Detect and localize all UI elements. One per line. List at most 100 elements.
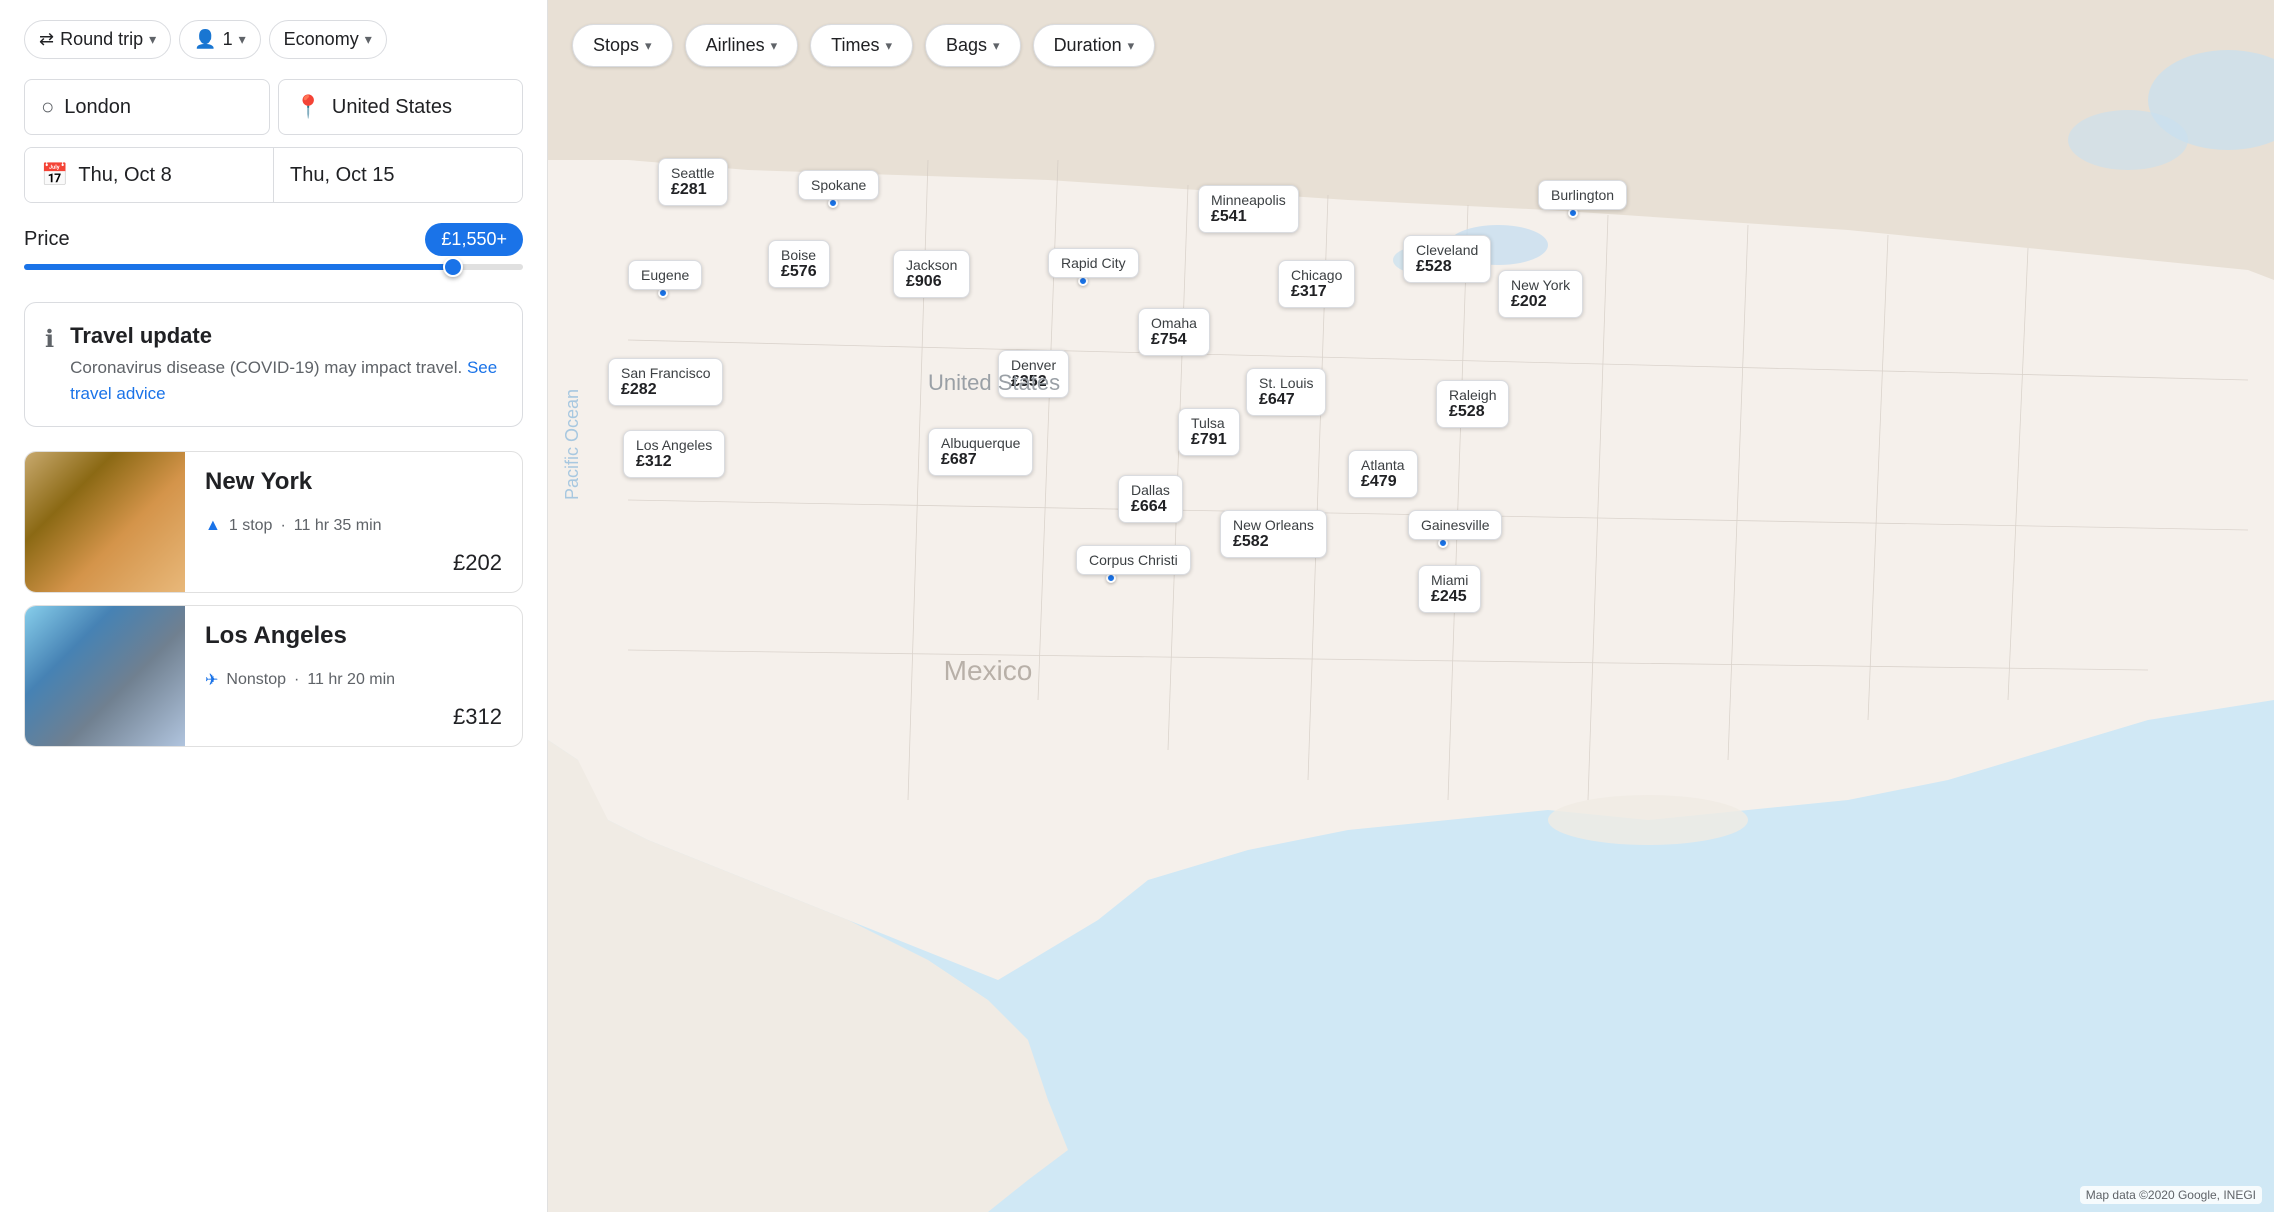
dot-separator: ·	[280, 517, 285, 535]
city-price: £576	[781, 263, 817, 281]
price-section: Price £1,550+	[24, 223, 523, 278]
round-trip-icon: ⇄	[39, 29, 54, 50]
round-trip-button[interactable]: ⇄ Round trip ▾	[24, 20, 171, 59]
city-price-label[interactable]: Omaha£754	[1138, 308, 1210, 356]
airline-icon: ✈	[205, 670, 218, 690]
city-price-label[interactable]: Cleveland£528	[1403, 235, 1491, 283]
city-price-label[interactable]: Denver£352	[998, 350, 1069, 398]
search-fields: ○ London 📍 United States	[24, 79, 523, 135]
city-name: Omaha	[1151, 315, 1197, 331]
city-price-label[interactable]: Eugene	[628, 260, 702, 290]
city-price-label[interactable]: Los Angeles£312	[623, 430, 725, 478]
city-name: Dallas	[1131, 482, 1170, 498]
map-panel[interactable]: Mexico Pacific Ocean Stops▾Airlines▾Time…	[548, 0, 2274, 1212]
city-name: Albuquerque	[941, 435, 1020, 451]
flight-duration: 11 hr 20 min	[307, 671, 395, 689]
flight-card[interactable]: New York ▲ 1 stop · 11 hr 35 min £202	[24, 451, 523, 593]
city-price-label[interactable]: Rapid City	[1048, 248, 1139, 278]
city-price-label[interactable]: Minneapolis£541	[1198, 185, 1299, 233]
filter-label: Bags	[946, 35, 987, 56]
class-label: Economy	[284, 29, 359, 50]
city-price: £312	[636, 453, 712, 471]
city-name: Los Angeles	[636, 437, 712, 453]
city-name: Gainesville	[1421, 517, 1489, 533]
flight-duration: 11 hr 35 min	[294, 517, 382, 535]
city-price-label[interactable]: Jackson£906	[893, 250, 970, 298]
filter-bags-button[interactable]: Bags▾	[925, 24, 1021, 67]
flight-card-city: New York	[205, 468, 502, 496]
origin-text: London	[64, 96, 131, 119]
filter-airlines-button[interactable]: Airlines▾	[685, 24, 799, 67]
city-price-label[interactable]: St. Louis£647	[1246, 368, 1326, 416]
city-price-label[interactable]: Gainesville	[1408, 510, 1502, 540]
price-label: Price	[24, 228, 70, 251]
city-price-label[interactable]: Burlington	[1538, 180, 1627, 210]
city-name: Atlanta	[1361, 457, 1405, 473]
chevron-down-icon: ▾	[239, 31, 246, 48]
city-price-label[interactable]: Corpus Christi	[1076, 545, 1191, 575]
map-attribution: Map data ©2020 Google, INEGI	[2080, 1186, 2262, 1204]
city-name: Seattle	[671, 165, 715, 181]
chevron-down-icon: ▾	[1128, 38, 1135, 54]
filter-times-button[interactable]: Times▾	[810, 24, 913, 67]
price-slider-track[interactable]	[24, 264, 523, 270]
origin-field[interactable]: ○ London	[24, 79, 270, 135]
city-price-label[interactable]: Raleigh£528	[1436, 380, 1509, 428]
class-button[interactable]: Economy ▾	[269, 20, 387, 59]
flight-card-details: ✈ Nonstop · 11 hr 20 min	[205, 670, 502, 690]
passengers-button[interactable]: 👤 1 ▾	[179, 20, 260, 59]
flight-card[interactable]: Los Angeles ✈ Nonstop · 11 hr 20 min £31…	[24, 605, 523, 747]
filter-label: Airlines	[706, 35, 765, 56]
city-price-label[interactable]: Atlanta£479	[1348, 450, 1418, 498]
city-price: £317	[1291, 283, 1342, 301]
city-price-label[interactable]: Boise£576	[768, 240, 830, 288]
destination-icon: 📍	[295, 94, 322, 120]
filter-duration-button[interactable]: Duration▾	[1033, 24, 1156, 67]
return-date-field[interactable]: Thu, Oct 15	[274, 148, 522, 202]
date-row: 📅 Thu, Oct 8 Thu, Oct 15	[24, 147, 523, 203]
filter-stops-button[interactable]: Stops ▾	[572, 24, 673, 67]
departure-date-field[interactable]: 📅 Thu, Oct 8	[25, 148, 274, 202]
departure-date: Thu, Oct 8	[78, 164, 171, 187]
city-name: Spokane	[811, 177, 866, 193]
city-price-label[interactable]: Miami£245	[1418, 565, 1481, 613]
city-price-label[interactable]: Tulsa£791	[1178, 408, 1240, 456]
city-name: Denver	[1011, 357, 1056, 373]
city-price: £582	[1233, 533, 1314, 551]
update-content: Travel update Coronavirus disease (COVID…	[70, 323, 502, 406]
passenger-count: 1	[223, 29, 233, 50]
city-price-label[interactable]: Albuquerque£687	[928, 428, 1033, 476]
destination-text: United States	[332, 96, 452, 119]
city-price-label[interactable]: New York£202	[1498, 270, 1583, 318]
city-price-label[interactable]: Seattle£281	[658, 158, 728, 206]
city-price-label[interactable]: New Orleans£582	[1220, 510, 1327, 558]
chevron-down-icon: ▾	[645, 38, 652, 54]
flight-card-image	[25, 606, 185, 746]
city-price-label[interactable]: Spokane	[798, 170, 879, 200]
city-price-label[interactable]: San Francisco£282	[608, 358, 723, 406]
update-title: Travel update	[70, 323, 502, 349]
city-name: Boise	[781, 247, 817, 263]
city-price-label[interactable]: Chicago£317	[1278, 260, 1355, 308]
price-badge: £1,550+	[425, 223, 523, 256]
city-price: £664	[1131, 498, 1170, 516]
dot-separator: ·	[294, 671, 299, 689]
flight-stops: Nonstop	[226, 671, 286, 689]
flight-card-details: ▲ 1 stop · 11 hr 35 min	[205, 517, 502, 535]
slider-thumb[interactable]	[443, 257, 463, 277]
city-name: New Orleans	[1233, 517, 1314, 533]
airline-icon: ▲	[205, 517, 221, 535]
city-name: Tulsa	[1191, 415, 1227, 431]
flight-card-content: Los Angeles ✈ Nonstop · 11 hr 20 min £31…	[185, 606, 522, 746]
city-price: £647	[1259, 391, 1313, 409]
update-description: Coronavirus disease (COVID-19) may impac…	[70, 355, 502, 406]
destination-field[interactable]: 📍 United States	[278, 79, 524, 135]
city-name: Corpus Christi	[1089, 552, 1178, 568]
passenger-icon: 👤	[194, 29, 216, 50]
filter-label: Stops	[593, 35, 639, 56]
city-price: £791	[1191, 431, 1227, 449]
city-price-label[interactable]: Dallas£664	[1118, 475, 1183, 523]
flight-stops: 1 stop	[229, 517, 273, 535]
slider-fill	[24, 264, 463, 270]
city-price: £754	[1151, 331, 1197, 349]
